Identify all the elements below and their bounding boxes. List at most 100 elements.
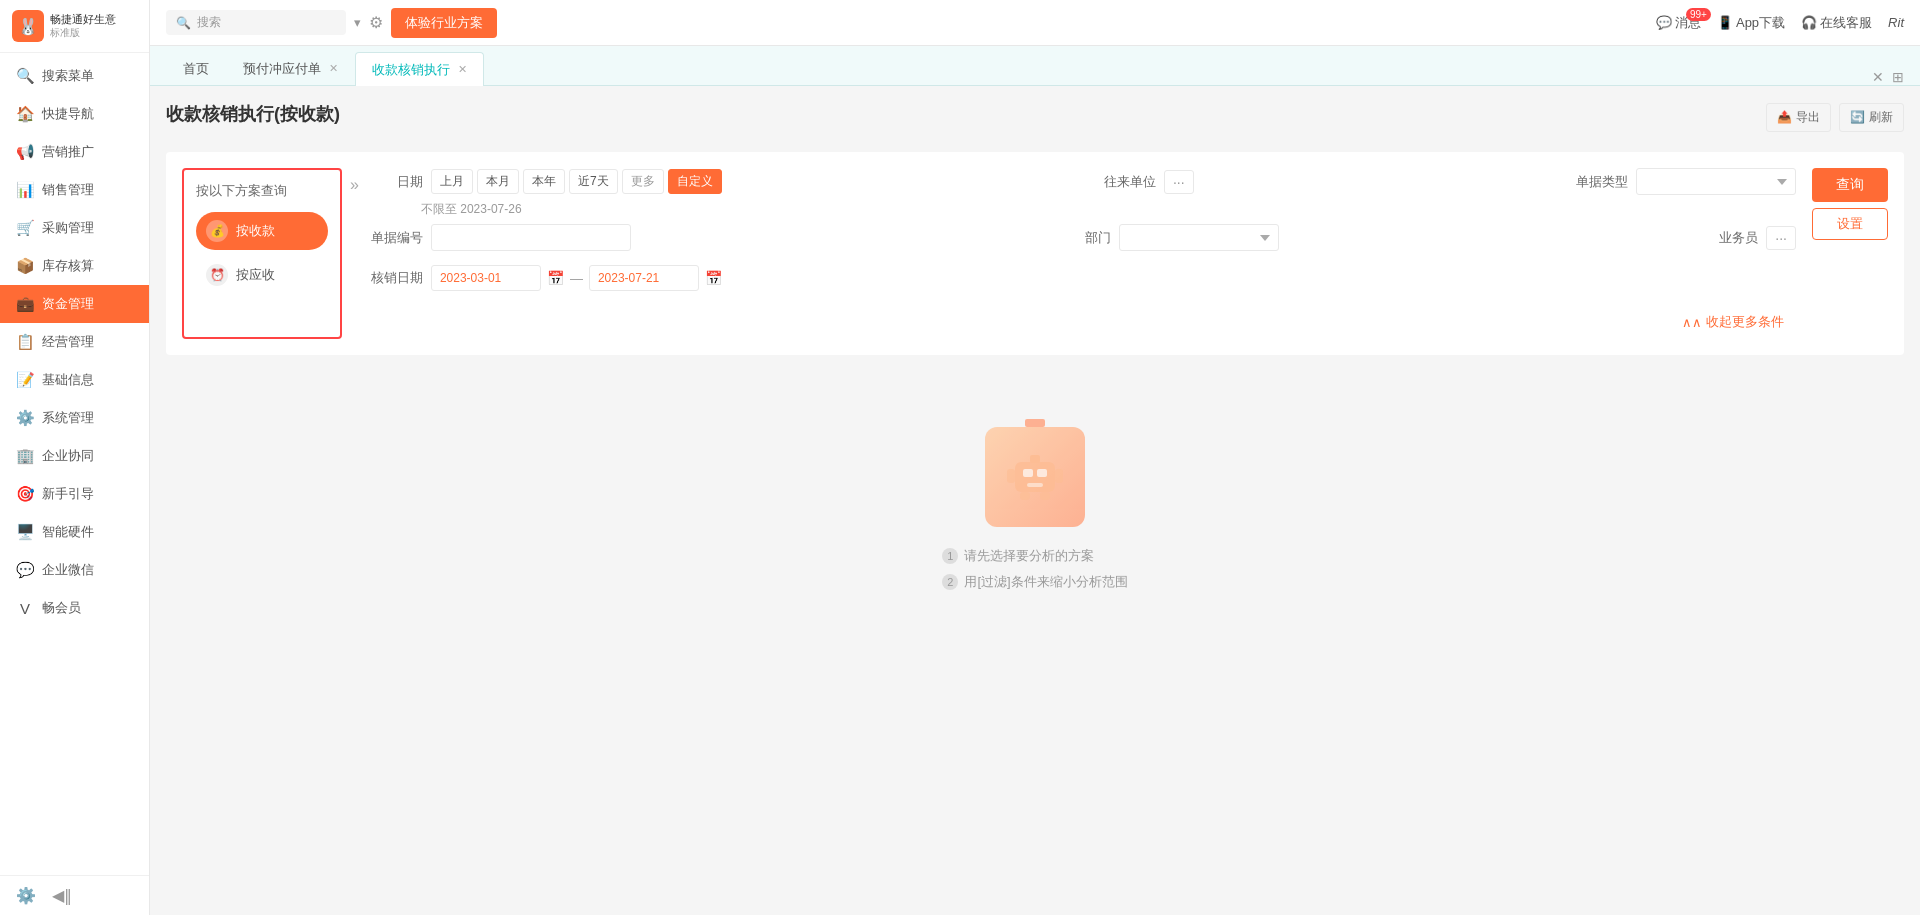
industry-btn[interactable]: 体验行业方案: [391, 8, 497, 38]
logo-icon: 🐰: [12, 10, 44, 42]
tab-home-label: 首页: [183, 60, 209, 78]
voucher-no-input[interactable]: [431, 224, 631, 251]
tab-fullscreen-icon[interactable]: ⊞: [1892, 69, 1904, 85]
collapse-more-btn[interactable]: ∧∧ 收起更多条件: [1670, 309, 1796, 335]
tab-home[interactable]: 首页: [166, 51, 226, 85]
topbar-dropdown-icon[interactable]: ▾: [354, 15, 361, 30]
sidebar-item-system-label: 系统管理: [42, 409, 94, 427]
right-actions: 查询 设置: [1812, 168, 1888, 339]
capital-icon: 💼: [16, 295, 34, 313]
svg-rect-2: [1037, 469, 1047, 477]
refresh-icon: 🔄: [1850, 110, 1865, 124]
sidebar-item-search-label: 搜索菜单: [42, 67, 94, 85]
sidebar-item-enterprise[interactable]: 🏢 企业协同: [0, 437, 149, 475]
date-btn-prevmonth[interactable]: 上月: [431, 169, 473, 194]
settings-bottom-icon[interactable]: ⚙️: [16, 886, 36, 905]
filter-panel: 按以下方案查询 💰 按收款 ⏰ 按应收: [182, 168, 342, 339]
export-icon: 📤: [1777, 110, 1792, 124]
voucher-type-label: 单据类型: [1572, 173, 1628, 191]
form-row-3: 核销日期 📅 — 📅: [367, 265, 1796, 291]
sidebar-item-guide[interactable]: 🎯 新手引导: [0, 475, 149, 513]
receivable-opt-label: 按应收: [236, 266, 275, 284]
counterparty-btn[interactable]: ···: [1164, 170, 1194, 194]
form-settings-button[interactable]: 设置: [1812, 208, 1888, 240]
voucher-type-select[interactable]: [1636, 168, 1796, 195]
topbar-app-download[interactable]: 📱 App下载: [1717, 14, 1785, 32]
page-content: 收款核销执行(按收款) 📤 导出 🔄 刷新 按以下方案查询 💰: [150, 86, 1920, 915]
sidebar-item-purchase[interactable]: 🛒 采购管理: [0, 209, 149, 247]
verify-date-separator: —: [570, 271, 583, 286]
service-label: 在线客服: [1820, 14, 1872, 32]
app-icon: 📱: [1717, 15, 1733, 30]
robot-svg: [1005, 447, 1065, 507]
verify-date-start-input[interactable]: [431, 265, 541, 291]
sidebar-item-basic[interactable]: 📝 基础信息: [0, 361, 149, 399]
query-button[interactable]: 查询: [1812, 168, 1888, 202]
panel-collapse-btn[interactable]: »: [350, 168, 359, 339]
staff-group: 业务员 ···: [1702, 226, 1796, 250]
filter-section: 按以下方案查询 💰 按收款 ⏰ 按应收 »: [182, 168, 1888, 339]
empty-tip1-text: 请先选择要分析的方案: [964, 543, 1094, 569]
sidebar-item-operation-label: 经营管理: [42, 333, 94, 351]
sidebar-item-quicknav[interactable]: 🏠 快捷导航: [0, 95, 149, 133]
date-btn-custom[interactable]: 自定义: [668, 169, 722, 194]
date-btn-more[interactable]: 更多: [622, 169, 664, 194]
search-icon: 🔍: [16, 67, 34, 85]
sidebar-item-capital[interactable]: 💼 资金管理: [0, 285, 149, 323]
date-btn-curmonth[interactable]: 本月: [477, 169, 519, 194]
sidebar-item-search[interactable]: 🔍 搜索菜单: [0, 57, 149, 95]
sidebar-item-sales[interactable]: 📊 销售管理: [0, 171, 149, 209]
collapse-sidebar-icon[interactable]: ◀‖: [52, 886, 72, 905]
purchase-icon: 🛒: [16, 219, 34, 237]
sidebar-item-operation[interactable]: 📋 经营管理: [0, 323, 149, 361]
sidebar-item-hardware-label: 智能硬件: [42, 523, 94, 541]
empty-tips: 1 请先选择要分析的方案 2 用[过滤]条件来缩小分析范围: [942, 543, 1127, 595]
topbar-search[interactable]: 🔍 搜索: [166, 10, 346, 35]
tab-collection-label: 收款核销执行: [372, 61, 450, 79]
sidebar-item-purchase-label: 采购管理: [42, 219, 94, 237]
sidebar-item-marketing[interactable]: 📢 营销推广: [0, 133, 149, 171]
filter-option-receipt[interactable]: 💰 按收款: [196, 212, 328, 250]
sidebar-item-hardware[interactable]: 🖥️ 智能硬件: [0, 513, 149, 551]
export-button[interactable]: 📤 导出: [1766, 103, 1831, 132]
sidebar-item-wechat[interactable]: 💬 企业微信: [0, 551, 149, 589]
top-actions: 📤 导出 🔄 刷新: [1766, 103, 1904, 132]
enterprise-icon: 🏢: [16, 447, 34, 465]
date-btn-curyear[interactable]: 本年: [523, 169, 565, 194]
collapse-more-section: ∧∧ 收起更多条件: [367, 305, 1796, 339]
topbar-settings-icon[interactable]: ⚙: [369, 13, 383, 32]
search-topbar-icon: 🔍: [176, 16, 191, 30]
tab-close-all-icon[interactable]: ✕: [1872, 69, 1884, 85]
topbar-message[interactable]: 💬 消息 99+: [1656, 14, 1701, 32]
filter-option-receivable[interactable]: ⏰ 按应收: [196, 256, 328, 294]
voucher-no-group: 单据编号: [367, 224, 631, 251]
sidebar-item-member-label: 畅会员: [42, 599, 81, 617]
topbar-service[interactable]: 🎧 在线客服: [1801, 14, 1872, 32]
verify-date-end-calendar-icon[interactable]: 📅: [705, 270, 722, 286]
filter-card: 按以下方案查询 💰 按收款 ⏰ 按应收 »: [166, 152, 1904, 355]
refresh-button[interactable]: 🔄 刷新: [1839, 103, 1904, 132]
sidebar-menu: 🔍 搜索菜单 🏠 快捷导航 📢 营销推广 📊 销售管理 🛒 采购管理 📦 库存核…: [0, 53, 149, 875]
svg-rect-8: [1040, 492, 1050, 500]
tab-collection[interactable]: 收款核销执行 ✕: [355, 52, 484, 86]
basic-icon: 📝: [16, 371, 34, 389]
sidebar-item-member[interactable]: V 畅会员: [0, 589, 149, 627]
service-icon: 🎧: [1801, 15, 1817, 30]
tab-collection-close[interactable]: ✕: [458, 63, 467, 76]
sidebar-bottom: ⚙️ ◀‖: [0, 875, 149, 915]
tab-prepay-close[interactable]: ✕: [329, 62, 338, 75]
date-btn-last7[interactable]: 近7天: [569, 169, 618, 194]
staff-btn[interactable]: ···: [1766, 226, 1796, 250]
sales-icon: 📊: [16, 181, 34, 199]
verify-date-end-input[interactable]: [589, 265, 699, 291]
sidebar-item-system[interactable]: ⚙️ 系统管理: [0, 399, 149, 437]
verify-date-start-calendar-icon[interactable]: 📅: [547, 270, 564, 286]
date-filter-btns: 上月 本月 本年 近7天 更多 自定义: [431, 169, 722, 194]
dept-select[interactable]: [1119, 224, 1279, 251]
verify-date-inputs: 📅 — 📅: [431, 265, 722, 291]
search-topbar-placeholder: 搜索: [197, 14, 221, 31]
counterparty-label: 往来单位: [1100, 173, 1156, 191]
sidebar-item-inventory[interactable]: 📦 库存核算: [0, 247, 149, 285]
tab-prepay[interactable]: 预付冲应付单 ✕: [226, 51, 355, 85]
system-icon: ⚙️: [16, 409, 34, 427]
